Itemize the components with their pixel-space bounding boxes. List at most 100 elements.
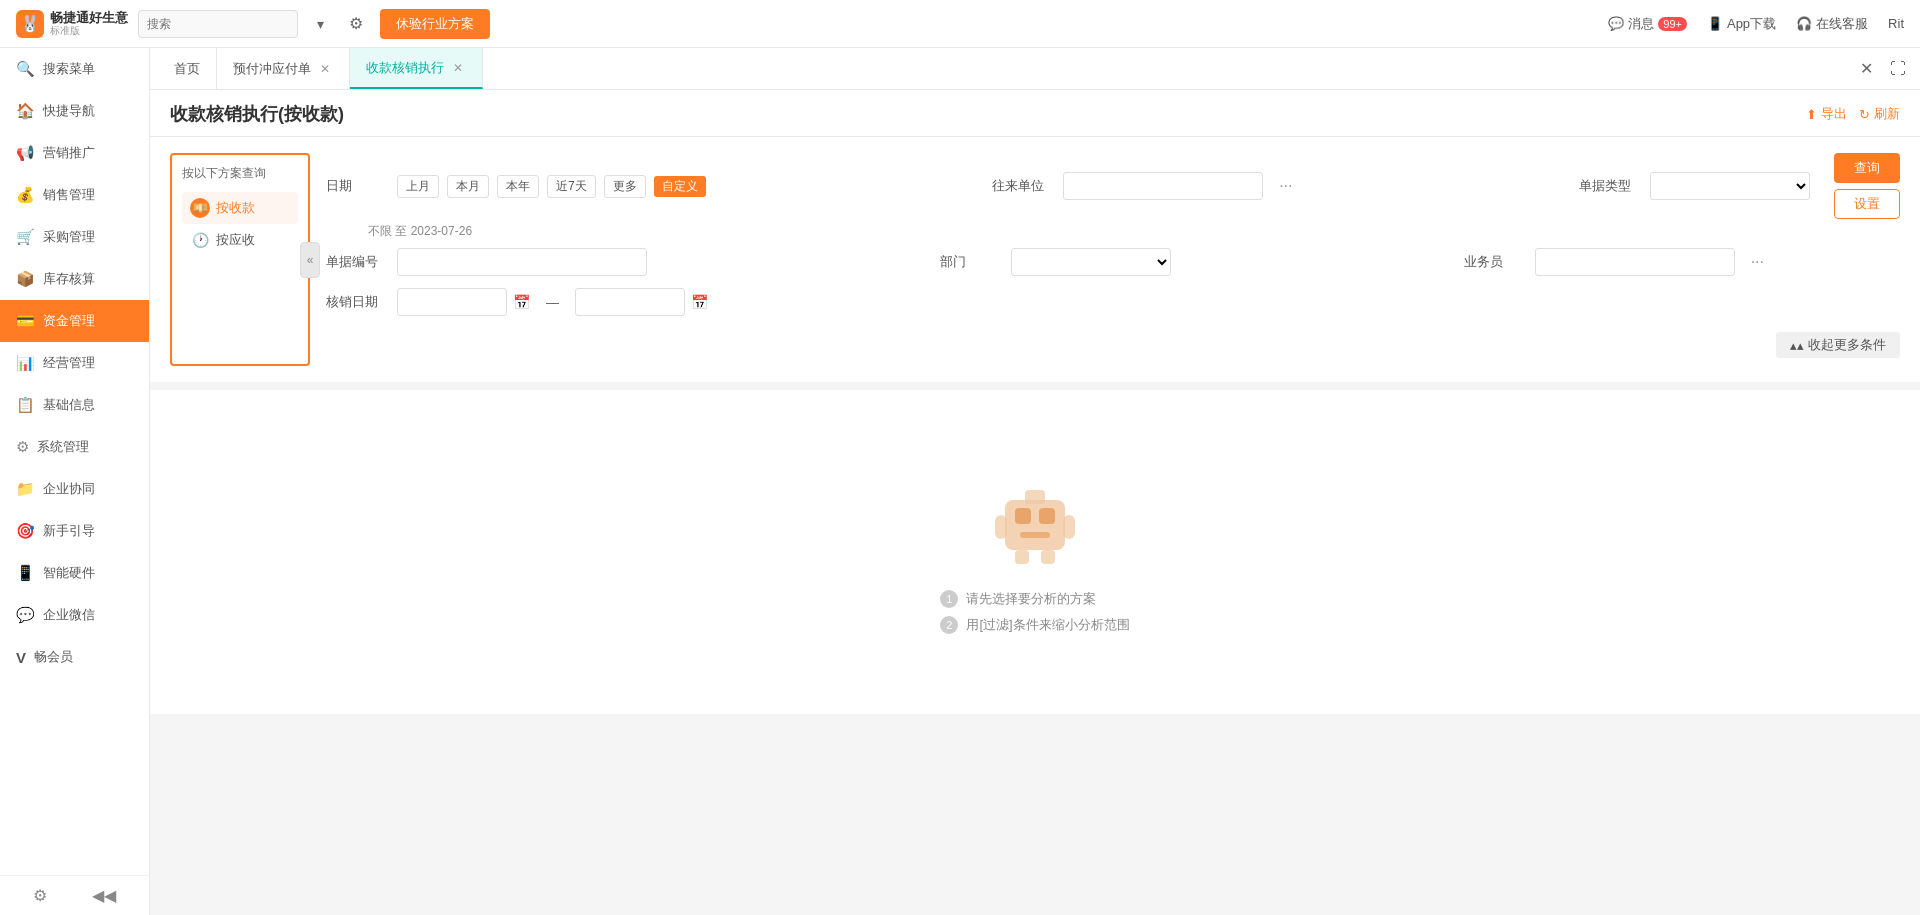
counterparty-input[interactable] — [1063, 172, 1263, 200]
sidebar-item-basic-info[interactable]: 📋 基础信息 — [0, 384, 149, 426]
message-icon: 💬 — [1608, 16, 1624, 31]
date-label: 日期 — [326, 177, 381, 195]
page-header: 收款核销执行(按收款) ⬆ 导出 ↻ 刷新 — [150, 90, 1920, 137]
header-settings-btn[interactable]: ⚙ — [342, 10, 370, 38]
date-btn-last-month[interactable]: 上月 — [397, 175, 439, 198]
sidebar-item-search-menu[interactable]: 🔍 搜索菜单 — [0, 48, 149, 90]
message-label: 消息 — [1628, 15, 1654, 33]
sidebar-item-sales[interactable]: 💰 销售管理 — [0, 174, 149, 216]
step-2-text: 用[过滤]条件来缩小分析范围 — [966, 616, 1129, 634]
app-icon: 📱 — [1707, 16, 1723, 31]
filter-settings-btn[interactable]: 设置 — [1834, 189, 1900, 219]
writeoff-date-end-cal[interactable]: 📅 — [691, 294, 708, 310]
tab-collection-label: 收款核销执行 — [366, 59, 444, 77]
tab-collection[interactable]: 收款核销执行 ✕ — [350, 48, 483, 89]
page-content: 收款核销执行(按收款) ⬆ 导出 ↻ 刷新 按以下方案查询 — [150, 90, 1920, 915]
sidebar-item-system[interactable]: ⚙ 系统管理 — [0, 426, 149, 468]
industry-btn[interactable]: 休验行业方案 — [380, 9, 490, 39]
sidebar-settings-btn[interactable]: ⚙ — [33, 886, 47, 905]
bill-type-label: 单据类型 — [1579, 177, 1634, 195]
sidebar-item-inventory[interactable]: 📦 库存核算 — [0, 258, 149, 300]
counterparty-dots[interactable]: ··· — [1279, 177, 1292, 195]
refresh-btn[interactable]: ↻ 刷新 — [1859, 105, 1900, 123]
top-header: 🐰 畅捷通好生意 标准版 ▾ ⚙ 休验行业方案 💬 消息 99+ 📱 App下载… — [0, 0, 1920, 48]
vip-icon: V — [16, 649, 26, 666]
by-collection-label: 按收款 — [216, 199, 255, 217]
date-custom-badge[interactable]: 自定义 — [654, 176, 706, 197]
empty-step-2: 2 用[过滤]条件来缩小分析范围 — [940, 616, 1129, 634]
tab-collection-close[interactable]: ✕ — [450, 60, 466, 76]
sidebar-item-marketing[interactable]: 📢 营销推广 — [0, 132, 149, 174]
sidebar-item-purchase[interactable]: 🛒 采购管理 — [0, 216, 149, 258]
sidebar-item-quick-nav[interactable]: 🏠 快捷导航 — [0, 90, 149, 132]
sidebar-item-hardware[interactable]: 📱 智能硬件 — [0, 552, 149, 594]
app-download-label: App下载 — [1727, 15, 1776, 33]
header-search-input[interactable] — [138, 10, 298, 38]
app-download-action[interactable]: 📱 App下载 — [1707, 15, 1776, 33]
empty-step-1: 1 请先选择要分析的方案 — [940, 590, 1129, 608]
main-layout: 🔍 搜索菜单 🏠 快捷导航 📢 营销推广 💰 销售管理 🛒 采购管理 📦 库存核… — [0, 48, 1920, 915]
inventory-icon: 📦 — [16, 270, 35, 288]
filter-sidebar-collapse-btn[interactable]: « — [300, 242, 320, 278]
collapse-more-btn[interactable]: ▴▴ 收起更多条件 — [1776, 332, 1900, 358]
tab-close-all-btn[interactable]: ✕ — [1852, 55, 1880, 83]
tab-home[interactable]: 首页 — [158, 48, 217, 89]
sidebar-label-marketing: 营销推广 — [43, 144, 95, 162]
sidebar-label-purchase: 采购管理 — [43, 228, 95, 246]
export-btn[interactable]: ⬆ 导出 — [1806, 105, 1847, 123]
bill-number-input[interactable] — [397, 248, 647, 276]
filter-option-by-collection[interactable]: 💴 按收款 — [182, 192, 298, 224]
writeoff-date-start-cal[interactable]: 📅 — [513, 294, 530, 310]
sidebar-item-finance[interactable]: 💳 资金管理 — [0, 300, 149, 342]
staff-input[interactable] — [1535, 248, 1735, 276]
filter-actions-col: 查询 设置 — [1834, 153, 1900, 219]
sidebar-collapse-btn[interactable]: ◀◀ — [92, 886, 116, 905]
tab-bar: 首页 预付冲应付单 ✕ 收款核销执行 ✕ ✕ ⛶ — [150, 48, 1920, 90]
sidebar-item-guide[interactable]: 🎯 新手引导 — [0, 510, 149, 552]
tab-bar-right: ✕ ⛶ — [1852, 55, 1912, 83]
step-1-num: 1 — [940, 590, 958, 608]
by-collection-icon: 💴 — [190, 198, 210, 218]
writeoff-date-start-input[interactable]: 2023-03-01 — [397, 288, 507, 316]
sidebar-item-enterprise[interactable]: 📁 企业协同 — [0, 468, 149, 510]
writeoff-date-label: 核销日期 — [326, 293, 381, 311]
online-service-action[interactable]: 🎧 在线客服 — [1796, 15, 1868, 33]
sidebar-label-search-menu: 搜索菜单 — [43, 60, 95, 78]
purchase-icon: 🛒 — [16, 228, 35, 246]
logo-area: 🐰 畅捷通好生意 标准版 — [16, 10, 128, 38]
svg-rect-7 — [1015, 550, 1029, 564]
sidebar-label-sales: 销售管理 — [43, 186, 95, 204]
sidebar-item-operations[interactable]: 📊 经营管理 — [0, 342, 149, 384]
filter-date-group: 上月 本月 本年 近7天 更多 自定义 — [397, 175, 706, 198]
svg-rect-0 — [1005, 500, 1065, 550]
staff-label: 业务员 — [1464, 253, 1519, 271]
wechat-icon: 💬 — [16, 606, 35, 624]
tab-prepay-close[interactable]: ✕ — [317, 61, 333, 77]
tab-prepay[interactable]: 预付冲应付单 ✕ — [217, 48, 350, 89]
filter-row-1: 日期 上月 本月 本年 近7天 更多 自定义 往来单位 ··· — [326, 153, 1900, 219]
date-btn-this-month[interactable]: 本月 — [447, 175, 489, 198]
bill-type-select[interactable] — [1650, 172, 1810, 200]
filter-option-by-receivable[interactable]: 🕐 按应收 — [182, 224, 298, 256]
collapse-more-icon: ▴▴ — [1790, 338, 1804, 353]
message-badge: 99+ — [1658, 17, 1687, 31]
refresh-label: 刷新 — [1874, 105, 1900, 123]
tab-expand-btn[interactable]: ⛶ — [1884, 55, 1912, 83]
staff-dots[interactable]: ··· — [1751, 253, 1764, 271]
writeoff-date-end-input[interactable]: 2023-07-21 — [575, 288, 685, 316]
query-btn[interactable]: 查询 — [1834, 153, 1900, 183]
date-btn-this-year[interactable]: 本年 — [497, 175, 539, 198]
user-name[interactable]: Rit — [1888, 16, 1904, 31]
dept-select[interactable] — [1011, 248, 1171, 276]
message-action[interactable]: 💬 消息 99+ — [1608, 15, 1687, 33]
sidebar-label-quick-nav: 快捷导航 — [43, 102, 95, 120]
guide-icon: 🎯 — [16, 522, 35, 540]
date-btn-more[interactable]: 更多 — [604, 175, 646, 198]
sales-icon: 💰 — [16, 186, 35, 204]
date-btn-last-7days[interactable]: 近7天 — [547, 175, 596, 198]
header-dropdown-btn[interactable]: ▾ — [308, 12, 332, 36]
sidebar-item-vip[interactable]: V 畅会员 — [0, 636, 149, 678]
collapse-more-label: 收起更多条件 — [1808, 336, 1886, 354]
sidebar-item-wechat[interactable]: 💬 企业微信 — [0, 594, 149, 636]
step-2-num: 2 — [940, 616, 958, 634]
